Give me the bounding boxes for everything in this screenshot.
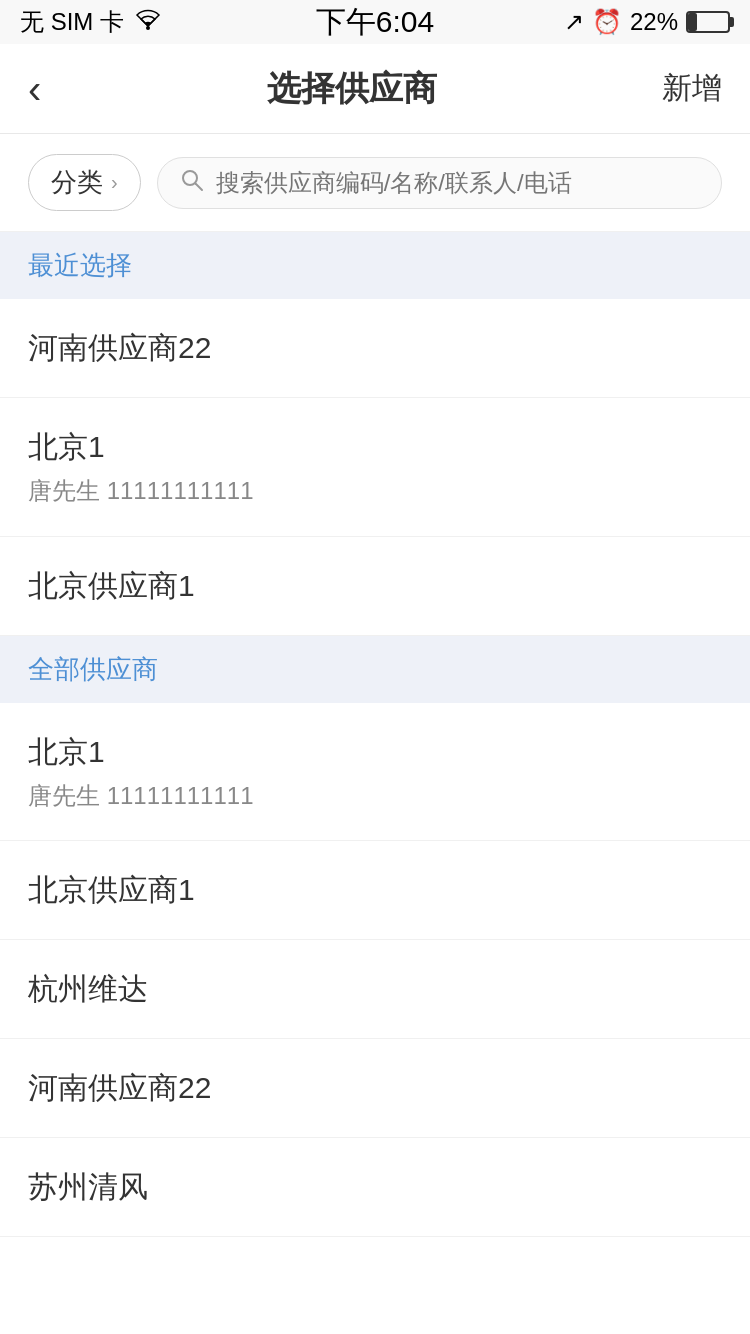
recent-list-item[interactable]: 北京1 唐先生 11111111111 <box>0 398 750 537</box>
alarm-icon: ⏰ <box>592 8 622 36</box>
battery-icon <box>686 11 730 33</box>
all-list-item[interactable]: 北京1 唐先生 11111111111 <box>0 703 750 842</box>
category-filter-button[interactable]: 分类 › <box>28 154 141 211</box>
svg-point-0 <box>146 26 150 30</box>
status-left: 无 SIM 卡 <box>20 6 162 38</box>
carrier-text: 无 SIM 卡 <box>20 6 124 38</box>
new-action-button[interactable]: 新增 <box>662 68 722 109</box>
all-list-item[interactable]: 杭州维达 <box>0 940 750 1039</box>
location-icon: ↗ <box>564 8 584 36</box>
search-box <box>157 157 722 209</box>
recent-list-item[interactable]: 北京供应商1 <box>0 537 750 636</box>
item-name: 北京供应商1 <box>28 565 722 607</box>
nav-bar: ‹ 选择供应商 新增 <box>0 44 750 134</box>
item-name: 北京1 <box>28 731 722 773</box>
item-name: 北京1 <box>28 426 722 468</box>
item-name: 杭州维达 <box>28 968 722 1010</box>
page-title: 选择供应商 <box>267 66 437 112</box>
battery-percent: 22% <box>630 8 678 36</box>
wifi-icon <box>134 8 162 36</box>
back-button[interactable]: ‹ <box>28 69 41 109</box>
recent-section-header: 最近选择 <box>0 232 750 299</box>
status-bar: 无 SIM 卡 下午6:04 ↗ ⏰ 22% <box>0 0 750 44</box>
item-name: 苏州清风 <box>28 1166 722 1208</box>
chevron-right-icon: › <box>111 171 118 194</box>
status-time: 下午6:04 <box>316 2 434 43</box>
item-sub: 唐先生 11111111111 <box>28 779 722 813</box>
item-sub: 唐先生 11111111111 <box>28 474 722 508</box>
status-right: ↗ ⏰ 22% <box>564 8 730 36</box>
all-items-list: 北京1 唐先生 11111111111 北京供应商1 杭州维达河南供应商22 苏州清风 <box>0 703 750 1238</box>
item-name: 北京供应商1 <box>28 869 722 911</box>
all-list-item[interactable]: 北京供应商1 <box>0 841 750 940</box>
search-icon <box>180 168 204 198</box>
search-input[interactable] <box>216 169 699 197</box>
recent-items-list: 河南供应商22 北京1 唐先生 11111111111 北京供应商1 <box>0 299 750 636</box>
recent-list-item[interactable]: 河南供应商22 <box>0 299 750 398</box>
item-name: 河南供应商22 <box>28 1067 722 1109</box>
all-list-item[interactable]: 河南供应商22 <box>0 1039 750 1138</box>
filter-row: 分类 › <box>0 134 750 232</box>
all-section-header: 全部供应商 <box>0 636 750 703</box>
category-label: 分类 <box>51 165 103 200</box>
all-list-item[interactable]: 苏州清风 <box>0 1138 750 1237</box>
item-name: 河南供应商22 <box>28 327 722 369</box>
svg-line-2 <box>195 183 202 190</box>
